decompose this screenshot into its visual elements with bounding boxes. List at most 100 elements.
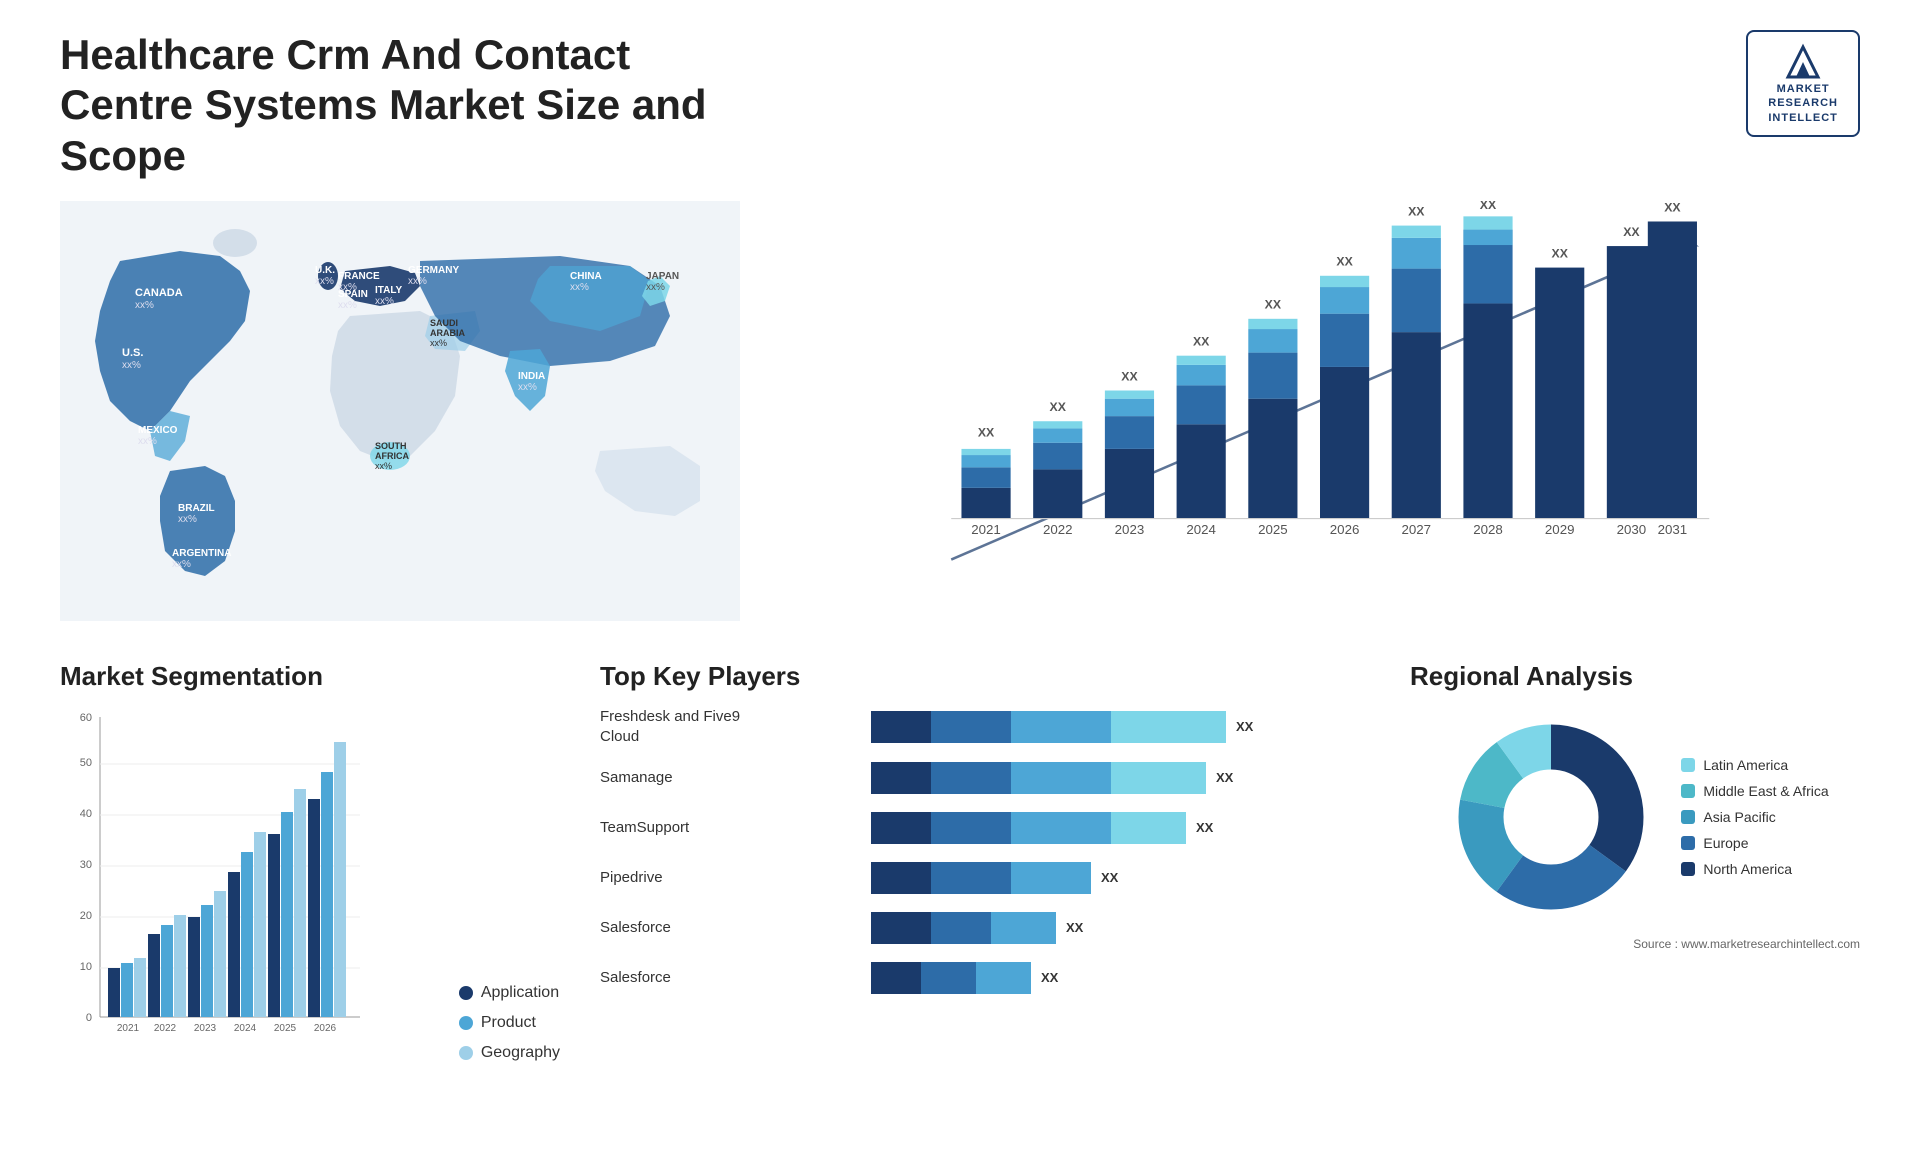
geography-label: Geography xyxy=(481,1044,560,1062)
svg-text:XX: XX xyxy=(978,426,995,440)
svg-text:2031: 2031 xyxy=(1658,522,1688,537)
svg-text:2026: 2026 xyxy=(1330,522,1360,537)
bar-chart-container: XX 2021 XX 2022 XX 2023 xyxy=(780,201,1860,621)
svg-text:XX: XX xyxy=(1552,247,1569,261)
svg-text:INDIA: INDIA xyxy=(518,371,545,382)
player-row: Samanage XX xyxy=(600,760,1370,796)
svg-text:ITALY: ITALY xyxy=(375,285,403,296)
svg-text:U.K.: U.K. xyxy=(315,265,335,276)
north-america-label: North America xyxy=(1703,861,1792,877)
svg-text:CHINA: CHINA xyxy=(570,271,602,282)
product-dot xyxy=(459,1016,473,1030)
player-bar-container: XX xyxy=(772,760,1370,796)
svg-text:xx%: xx% xyxy=(430,338,447,348)
geography-dot xyxy=(459,1046,473,1060)
svg-text:2025: 2025 xyxy=(274,1023,297,1034)
legend-europe: Europe xyxy=(1681,835,1828,851)
europe-dot xyxy=(1681,836,1695,850)
svg-text:XX: XX xyxy=(1196,820,1214,835)
player-row: Salesforce XX xyxy=(600,910,1370,946)
svg-text:xx%: xx% xyxy=(122,360,141,371)
legend-latin-america: Latin America xyxy=(1681,757,1828,773)
donut-area: Latin America Middle East & Africa Asia … xyxy=(1410,707,1860,927)
svg-text:xx%: xx% xyxy=(135,300,154,311)
svg-text:xx%: xx% xyxy=(375,461,392,471)
market-segmentation: Market Segmentation 0 10 20 30 40 5 xyxy=(60,661,560,1141)
svg-text:2023: 2023 xyxy=(1115,522,1145,537)
svg-text:xx%: xx% xyxy=(138,436,157,447)
application-label: Application xyxy=(481,984,559,1002)
asia-pacific-dot xyxy=(1681,810,1695,824)
svg-text:MEXICO: MEXICO xyxy=(138,425,178,436)
logo-text: MARKET RESEARCH INTELLECT xyxy=(1768,82,1838,125)
seg-chart-area: 0 10 20 30 40 50 60 xyxy=(60,707,439,1092)
svg-text:xx%: xx% xyxy=(646,282,665,293)
latin-america-label: Latin America xyxy=(1703,757,1788,773)
regional-analysis: Regional Analysis xyxy=(1410,661,1860,1141)
svg-text:XX: XX xyxy=(1193,335,1210,349)
north-america-dot xyxy=(1681,862,1695,876)
middle-east-dot xyxy=(1681,784,1695,798)
player-name: Salesforce xyxy=(600,918,760,938)
svg-text:JAPAN: JAPAN xyxy=(646,271,679,282)
legend-middle-east: Middle East & Africa xyxy=(1681,783,1828,799)
svg-text:2026: 2026 xyxy=(314,1023,337,1034)
player-row: TeamSupport XX xyxy=(600,810,1370,846)
svg-text:XX: XX xyxy=(1408,205,1425,219)
asia-pacific-label: Asia Pacific xyxy=(1703,809,1775,825)
svg-text:GERMANY: GERMANY xyxy=(408,265,459,276)
svg-text:xx%: xx% xyxy=(570,282,589,293)
svg-text:10: 10 xyxy=(80,961,92,973)
regional-title: Regional Analysis xyxy=(1410,661,1860,692)
player-bar-container: XX xyxy=(772,860,1370,896)
player-row: Freshdesk and Five9 Cloud XX xyxy=(600,707,1370,746)
svg-text:XX: XX xyxy=(1041,970,1059,985)
players-title: Top Key Players xyxy=(600,661,1370,692)
donut-and-legend: Latin America Middle East & Africa Asia … xyxy=(1441,707,1828,927)
svg-text:XX: XX xyxy=(1236,719,1254,734)
legend-north-america: North America xyxy=(1681,861,1828,877)
svg-text:xx%: xx% xyxy=(338,300,357,311)
svg-text:xx%: xx% xyxy=(408,276,427,287)
top-players: Top Key Players Freshdesk and Five9 Clou… xyxy=(600,661,1370,1141)
svg-text:2024: 2024 xyxy=(1186,522,1216,537)
svg-text:30: 30 xyxy=(80,859,92,871)
svg-text:SPAIN: SPAIN xyxy=(338,289,368,300)
svg-text:2027: 2027 xyxy=(1401,522,1431,537)
svg-text:xx%: xx% xyxy=(172,559,191,570)
world-map: CANADA xx% U.S. xx% MEXICO xx% BRAZIL xx… xyxy=(60,201,740,621)
svg-text:U.S.: U.S. xyxy=(122,347,143,359)
application-dot xyxy=(459,986,473,1000)
legend-application: Application xyxy=(459,984,560,1002)
player-bar-container: XX xyxy=(772,709,1370,745)
svg-text:XX: XX xyxy=(1623,225,1640,239)
donut-chart xyxy=(1441,707,1661,927)
regional-legend: Latin America Middle East & Africa Asia … xyxy=(1681,757,1828,877)
svg-text:2024: 2024 xyxy=(234,1023,257,1034)
svg-text:XX: XX xyxy=(1216,770,1234,785)
svg-text:50: 50 xyxy=(80,757,92,769)
svg-text:2023: 2023 xyxy=(194,1023,217,1034)
svg-text:XX: XX xyxy=(1265,298,1282,312)
player-name: Freshdesk and Five9 Cloud xyxy=(600,707,760,746)
seg-inner: 0 10 20 30 40 50 60 xyxy=(60,707,560,1092)
page-container: Healthcare Crm And Contact Centre System… xyxy=(0,0,1920,1171)
svg-text:CANADA: CANADA xyxy=(135,287,183,299)
svg-text:XX: XX xyxy=(1050,400,1067,414)
page-title: Healthcare Crm And Contact Centre System… xyxy=(60,30,760,181)
bar-chart-svg: XX 2021 XX 2022 XX 2023 xyxy=(780,201,1860,621)
svg-text:40: 40 xyxy=(80,808,92,820)
svg-text:xx%: xx% xyxy=(178,514,197,525)
svg-text:2025: 2025 xyxy=(1258,522,1288,537)
player-name: Samanage xyxy=(600,768,760,788)
svg-text:ARGENTINA: ARGENTINA xyxy=(172,548,231,559)
bottom-section: Market Segmentation 0 10 20 30 40 5 xyxy=(60,661,1860,1141)
middle-east-label: Middle East & Africa xyxy=(1703,783,1828,799)
market-seg-title: Market Segmentation xyxy=(60,661,560,692)
svg-text:AFRICA: AFRICA xyxy=(375,451,409,461)
player-bar-container: XX xyxy=(772,910,1370,946)
svg-text:2021: 2021 xyxy=(971,522,1001,537)
svg-text:60: 60 xyxy=(80,712,92,724)
logo-area: MARKET RESEARCH INTELLECT xyxy=(1746,30,1860,137)
latin-america-dot xyxy=(1681,758,1695,772)
